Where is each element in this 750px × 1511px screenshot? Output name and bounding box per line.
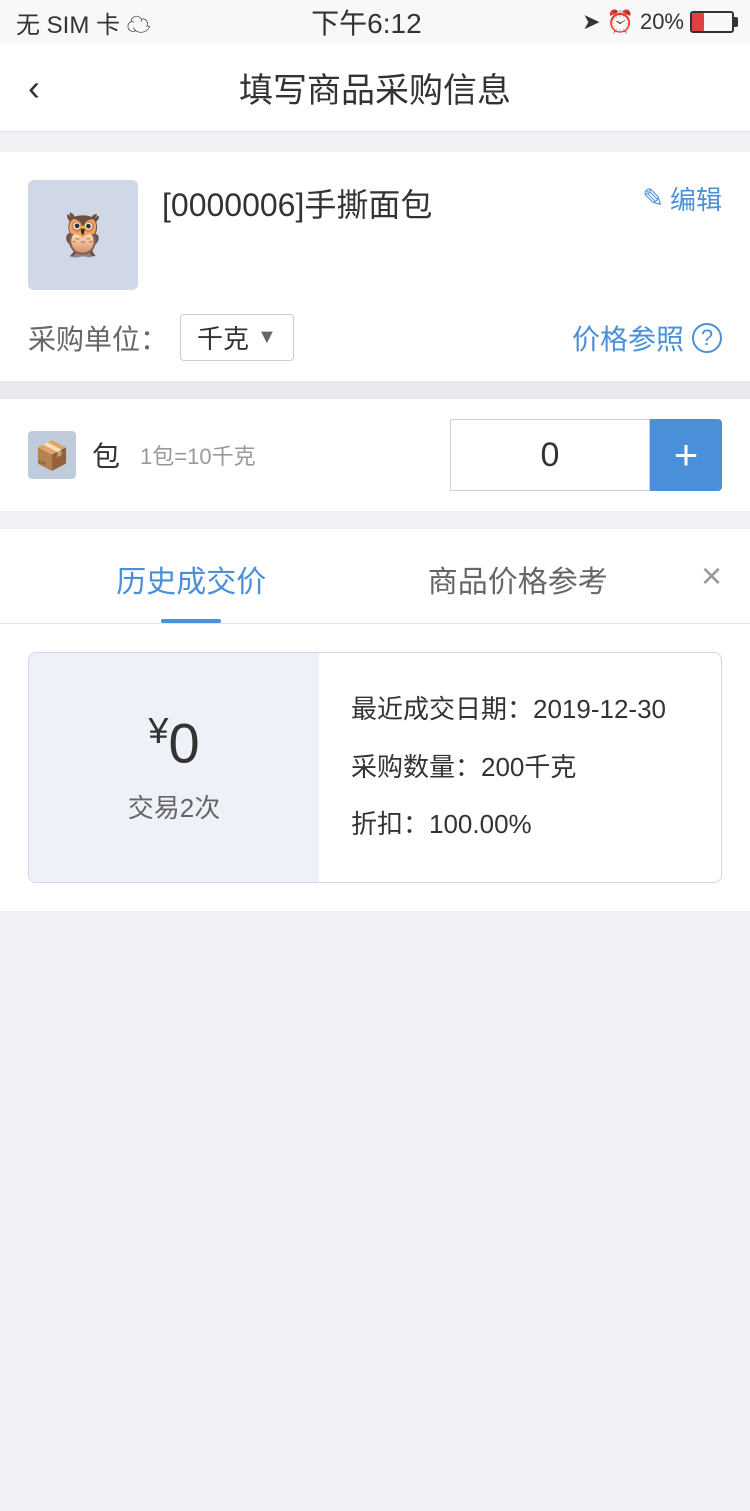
purchase-unit-label: 采购单位： [28, 318, 168, 358]
quantity-plus-button[interactable]: + [650, 419, 722, 491]
status-bar: 无 SIM 卡 ☁ 下午6:12 ➤ ⏰ 20% [0, 0, 750, 44]
purchase-qty-label: 采购数量： [351, 752, 481, 782]
transaction-right: 最近成交日期：2019-12-30 采购数量：200千克 折扣：100.00% [319, 653, 721, 882]
quantity-label: 📦 包 1包=10千克 [28, 431, 256, 479]
package-unit: 包 [92, 435, 120, 475]
tab-close-button[interactable]: × [681, 535, 722, 617]
purchase-qty: 采购数量：200千克 [351, 747, 689, 789]
price-ref-help-icon: ? [692, 323, 722, 353]
transaction-card: ¥0 交易2次 最近成交日期：2019-12-30 采购数量：200千克 折扣：… [28, 652, 722, 883]
transaction-price-value: 0 [168, 712, 199, 775]
tab-history-price[interactable]: 历史成交价 [28, 529, 354, 623]
edit-label: 编辑 [670, 180, 722, 217]
discount-label: 折扣： [351, 809, 429, 839]
unit-dropdown-icon: ▼ [257, 326, 277, 349]
alarm-icon: ⏰ [607, 9, 634, 35]
product-top-right: ✎ 编辑 [642, 180, 722, 290]
tab-product-price-ref[interactable]: 商品价格参考 [354, 529, 680, 623]
section-divider [0, 381, 750, 399]
tabs-section: 历史成交价 商品价格参考 × ¥0 交易2次 最近成交日期：2019-12-30… [0, 529, 750, 1511]
product-image: 🦉 [28, 180, 138, 290]
product-top: 🦉 [0000006]手撕面包 ✎ 编辑 [28, 180, 722, 290]
transaction-price: ¥0 [148, 710, 199, 776]
package-icon: 📦 [28, 431, 76, 479]
main-content-area [0, 911, 750, 1511]
status-right: ➤ ⏰ 20% [582, 9, 734, 35]
transaction-left: ¥0 交易2次 [29, 653, 319, 882]
discount-value: 100.00% [429, 809, 532, 839]
battery-percent: 20% [640, 9, 684, 35]
edit-button[interactable]: ✎ 编辑 [642, 180, 722, 217]
recent-date-value: 2019-12-30 [533, 694, 666, 724]
unit-value: 千克 [197, 319, 249, 356]
discount: 折扣：100.00% [351, 804, 689, 846]
status-time: 下午6:12 [311, 2, 422, 42]
direction-icon: ➤ [582, 9, 600, 35]
battery-icon [690, 11, 734, 33]
no-sim-text: 无 SIM 卡 ☁ [16, 5, 151, 40]
purchase-unit: 采购单位： 千克 ▼ [28, 314, 294, 361]
product-info: [0000006]手撕面包 [162, 180, 642, 256]
back-button[interactable]: ‹ [28, 70, 40, 106]
quantity-controls: + [450, 419, 722, 491]
quantity-row: 📦 包 1包=10千克 + [0, 399, 750, 511]
product-thumbnail-icon: 🦉 [57, 211, 109, 260]
product-card: 🦉 [0000006]手撕面包 ✎ 编辑 采购单位： 千克 ▼ 价格参照 ? [0, 152, 750, 381]
recent-transaction-date: 最近成交日期：2019-12-30 [351, 689, 689, 731]
price-reference-button[interactable]: 价格参照 ? [572, 318, 722, 358]
product-name: [0000006]手撕面包 [162, 180, 642, 226]
unit-selector[interactable]: 千克 ▼ [180, 314, 294, 361]
header: ‹ 填写商品采购信息 [0, 44, 750, 132]
purchase-qty-value: 200千克 [481, 752, 576, 782]
edit-icon: ✎ [642, 183, 664, 214]
transaction-count: 交易2次 [128, 788, 220, 825]
unit-conversion: 1包=10千克 [140, 439, 256, 471]
recent-date-label: 最近成交日期： [351, 694, 533, 724]
tabs-header: 历史成交价 商品价格参考 × [0, 529, 750, 624]
status-left: 无 SIM 卡 ☁ [16, 5, 151, 40]
product-bottom: 采购单位： 千克 ▼ 价格参照 ? [28, 314, 722, 361]
price-ref-label: 价格参照 [572, 318, 684, 358]
yen-symbol: ¥ [148, 710, 168, 751]
page-title: 填写商品采购信息 [239, 63, 511, 112]
quantity-input[interactable] [450, 419, 650, 491]
